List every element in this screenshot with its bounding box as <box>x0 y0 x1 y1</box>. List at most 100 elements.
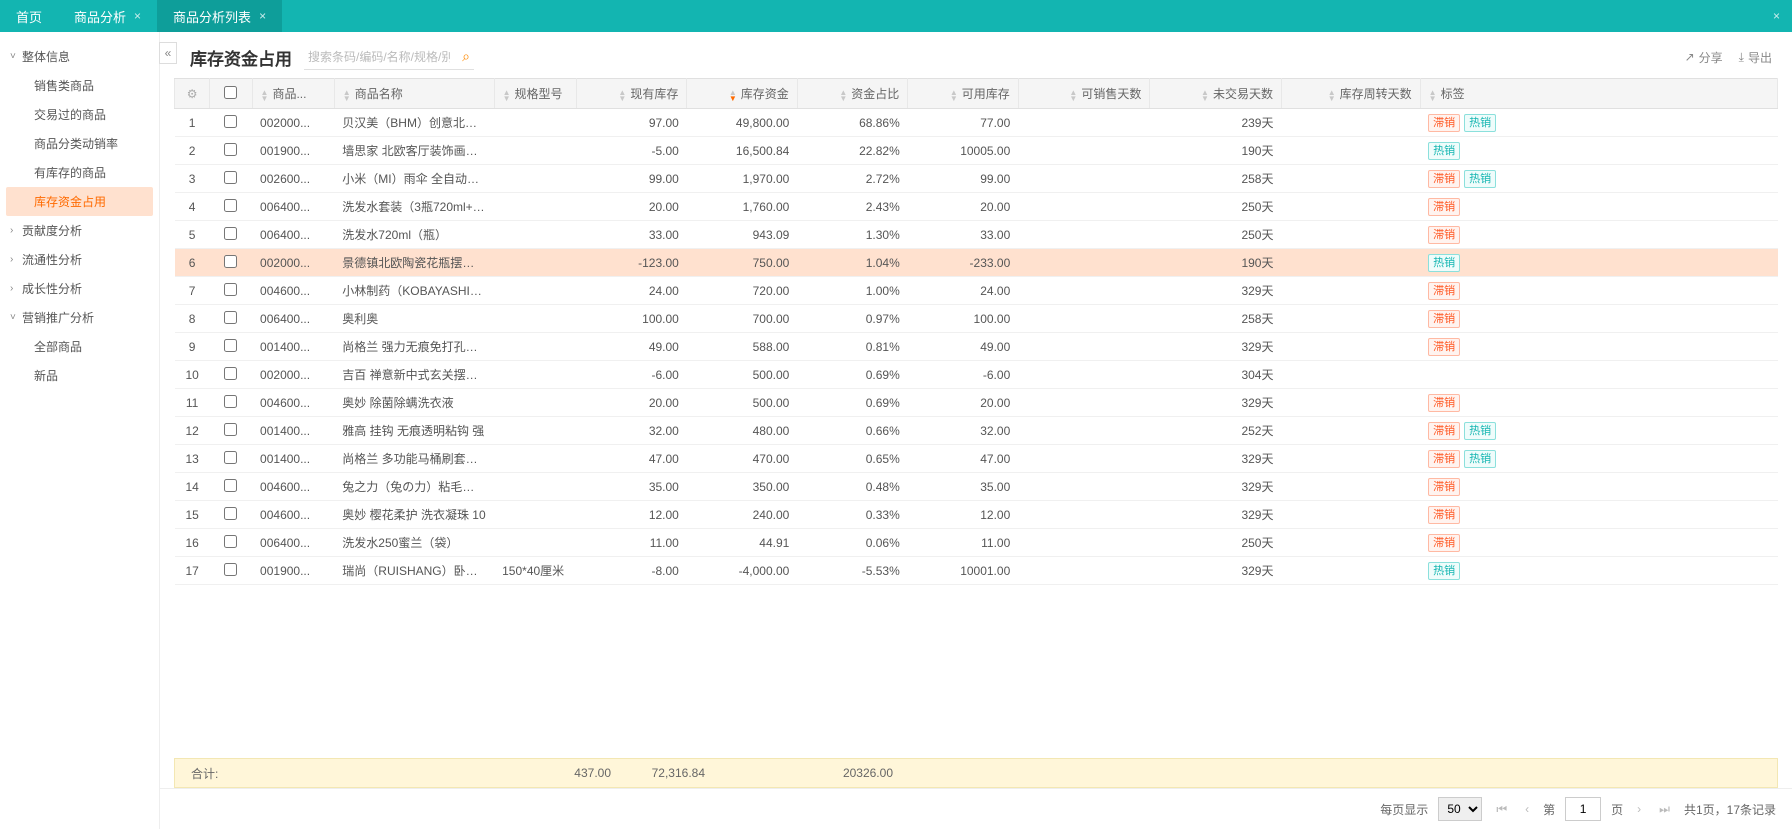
pager-first-icon[interactable]: ⏮ <box>1492 802 1511 817</box>
col-header-saleDays[interactable]: ▲▼可销售天数 <box>1018 79 1150 109</box>
search-icon[interactable]: ⌕ <box>462 48 470 65</box>
row-checkbox[interactable] <box>224 563 237 576</box>
cell-fund: 700.00 <box>687 305 797 333</box>
tree-group-营销推广分析[interactable]: ˅营销推广分析 <box>0 303 159 332</box>
table-row[interactable]: 13001400...尚格兰 多功能马桶刷套装 月47.00470.000.65… <box>175 445 1778 473</box>
row-checkbox[interactable] <box>224 507 237 520</box>
cell-stock: -123.00 <box>576 249 686 277</box>
row-checkbox[interactable] <box>224 283 237 296</box>
tree-group-贡献度分析[interactable]: ›贡献度分析 <box>0 216 159 245</box>
select-all-checkbox[interactable] <box>224 86 237 99</box>
cell-code: 004600... <box>252 389 334 417</box>
tree-group-流通性分析[interactable]: ›流通性分析 <box>0 245 159 274</box>
pager-next-icon[interactable]: › <box>1633 802 1645 816</box>
table-row[interactable]: 6002000...景德镇北欧陶瓷花瓶摆件 仿-123.00750.001.04… <box>175 249 1778 277</box>
row-index: 2 <box>175 137 210 165</box>
col-header-noTrade[interactable]: ▲▼未交易天数 <box>1150 79 1282 109</box>
cell-spec <box>494 333 576 361</box>
page-number-input[interactable] <box>1565 797 1601 821</box>
row-tags: 滞销 <box>1420 473 1777 501</box>
tab-商品分析列表[interactable]: 商品分析列表× <box>157 0 282 32</box>
tree-leaf-商品分类动销率[interactable]: 商品分类动销率 <box>0 129 159 158</box>
cell-stock: 47.00 <box>576 445 686 473</box>
row-index: 6 <box>175 249 210 277</box>
row-tags: 滞销 <box>1420 529 1777 557</box>
col-header-avail[interactable]: ▲▼可用库存 <box>908 79 1018 109</box>
tree-leaf-有库存的商品[interactable]: 有库存的商品 <box>0 158 159 187</box>
table-row[interactable]: 3002600...小米（MI）雨伞 全自动折叠99.001,970.002.7… <box>175 165 1778 193</box>
window-close-icon[interactable]: × <box>1767 0 1786 32</box>
row-tags: 滞销热销 <box>1420 109 1777 137</box>
row-checkbox[interactable] <box>224 171 237 184</box>
cell-turnover <box>1281 557 1420 585</box>
tab-首页[interactable]: 首页 <box>0 0 58 32</box>
table-row[interactable]: 1002000...贝汉美（BHM）创意北欧简97.0049,800.0068.… <box>175 109 1778 137</box>
tree-leaf-新品[interactable]: 新品 <box>0 361 159 390</box>
table-row[interactable]: 8006400...奥利奥100.00700.000.97%100.00258天… <box>175 305 1778 333</box>
col-header-pct[interactable]: ▲▼资金占比 <box>797 79 907 109</box>
row-index: 7 <box>175 277 210 305</box>
tab-商品分析[interactable]: 商品分析× <box>58 0 157 32</box>
row-checkbox[interactable] <box>224 479 237 492</box>
col-header-tags[interactable]: ▲▼标签 <box>1420 79 1777 109</box>
col-header-fund[interactable]: ▲▼库存资金 <box>687 79 797 109</box>
row-checkbox[interactable] <box>224 535 237 548</box>
table-row[interactable]: 14004600...兔之力（兔の力）粘毛器粘35.00350.000.48%3… <box>175 473 1778 501</box>
row-tags: 滞销 <box>1420 333 1777 361</box>
tree-group-整体信息[interactable]: ˅整体信息 <box>0 42 159 71</box>
cell-pct: 0.65% <box>797 445 907 473</box>
table-row[interactable]: 16006400...洗发水250蜜兰（袋）11.0044.910.06%11.… <box>175 529 1778 557</box>
cell-name: 洗发水720ml（瓶） <box>334 221 494 249</box>
table-row[interactable]: 12001400...雅高 挂钩 无痕透明粘钩 强32.00480.000.66… <box>175 417 1778 445</box>
gear-icon[interactable]: ⚙ <box>187 87 198 101</box>
tree-leaf-全部商品[interactable]: 全部商品 <box>0 332 159 361</box>
badge-slow: 滞销 <box>1428 506 1460 524</box>
col-header-code[interactable]: ▲▼商品... <box>252 79 334 109</box>
badge-slow: 滞销 <box>1428 226 1460 244</box>
cell-code: 001900... <box>252 137 334 165</box>
col-header-stock[interactable]: ▲▼现有库存 <box>576 79 686 109</box>
col-header-spec[interactable]: ▲▼规格型号 <box>494 79 576 109</box>
tab-close-icon[interactable]: × <box>134 9 141 23</box>
table-row[interactable]: 9001400...尚格兰 强力无痕免打孔浴室49.00588.000.81%4… <box>175 333 1778 361</box>
sidebar-collapse-button[interactable]: « <box>159 42 177 64</box>
tab-close-icon[interactable]: × <box>259 9 266 23</box>
pager-last-icon[interactable]: ⏭ <box>1655 802 1674 817</box>
col-header-name[interactable]: ▲▼商品名称 <box>334 79 494 109</box>
tree-leaf-交易过的商品[interactable]: 交易过的商品 <box>0 100 159 129</box>
row-checkbox[interactable] <box>224 423 237 436</box>
table-row[interactable]: 7004600...小林制药（KOBAYASHI）日24.00720.001.0… <box>175 277 1778 305</box>
export-button[interactable]: ⤓ 导出 <box>1739 49 1772 66</box>
badge-slow: 滞销 <box>1428 450 1460 468</box>
tree-leaf-库存资金占用[interactable]: 库存资金占用 <box>6 187 153 216</box>
tree-leaf-销售类商品[interactable]: 销售类商品 <box>0 71 159 100</box>
row-checkbox[interactable] <box>224 115 237 128</box>
row-checkbox[interactable] <box>224 395 237 408</box>
table-row[interactable]: 15004600...奥妙 樱花柔护 洗衣凝珠 1012.00240.000.3… <box>175 501 1778 529</box>
table-row[interactable]: 10002000...吉百 禅意新中式玄关摆件客-6.00500.000.69%… <box>175 361 1778 389</box>
row-checkbox[interactable] <box>224 143 237 156</box>
row-checkbox[interactable] <box>224 227 237 240</box>
table-row[interactable]: 4006400...洗发水套装（3瓶720ml+1）20.001,760.002… <box>175 193 1778 221</box>
table-row[interactable]: 17001900...瑞尚（RUISHANG）卧室音150*40厘米-8.00-… <box>175 557 1778 585</box>
table-row[interactable]: 2001900...墙思家 北欧客厅装饰画卧室-5.0016,500.8422.… <box>175 137 1778 165</box>
row-checkbox[interactable] <box>224 199 237 212</box>
pager-prev-icon[interactable]: ‹ <box>1521 802 1533 816</box>
per-page-select[interactable]: 50 <box>1438 797 1482 821</box>
table-row[interactable]: 11004600...奥妙 除菌除螨洗衣液20.00500.000.69%20.… <box>175 389 1778 417</box>
cell-avail: 100.00 <box>908 305 1018 333</box>
caret-down-icon: ˅ <box>10 312 22 323</box>
search-input[interactable] <box>304 44 474 70</box>
col-header-turnover[interactable]: ▲▼库存周转天数 <box>1281 79 1420 109</box>
row-checkbox[interactable] <box>224 255 237 268</box>
cell-turnover <box>1281 193 1420 221</box>
row-checkbox[interactable] <box>224 367 237 380</box>
row-checkbox[interactable] <box>224 339 237 352</box>
totals-row: 合计:437.0072,316.8420326.00 <box>174 758 1778 788</box>
row-checkbox[interactable] <box>224 311 237 324</box>
row-checkbox[interactable] <box>224 451 237 464</box>
tree-group-成长性分析[interactable]: ›成长性分析 <box>0 274 159 303</box>
cell-saleDays <box>1018 137 1150 165</box>
table-row[interactable]: 5006400...洗发水720ml（瓶）33.00943.091.30%33.… <box>175 221 1778 249</box>
share-button[interactable]: ↗ 分享 <box>1685 49 1723 66</box>
